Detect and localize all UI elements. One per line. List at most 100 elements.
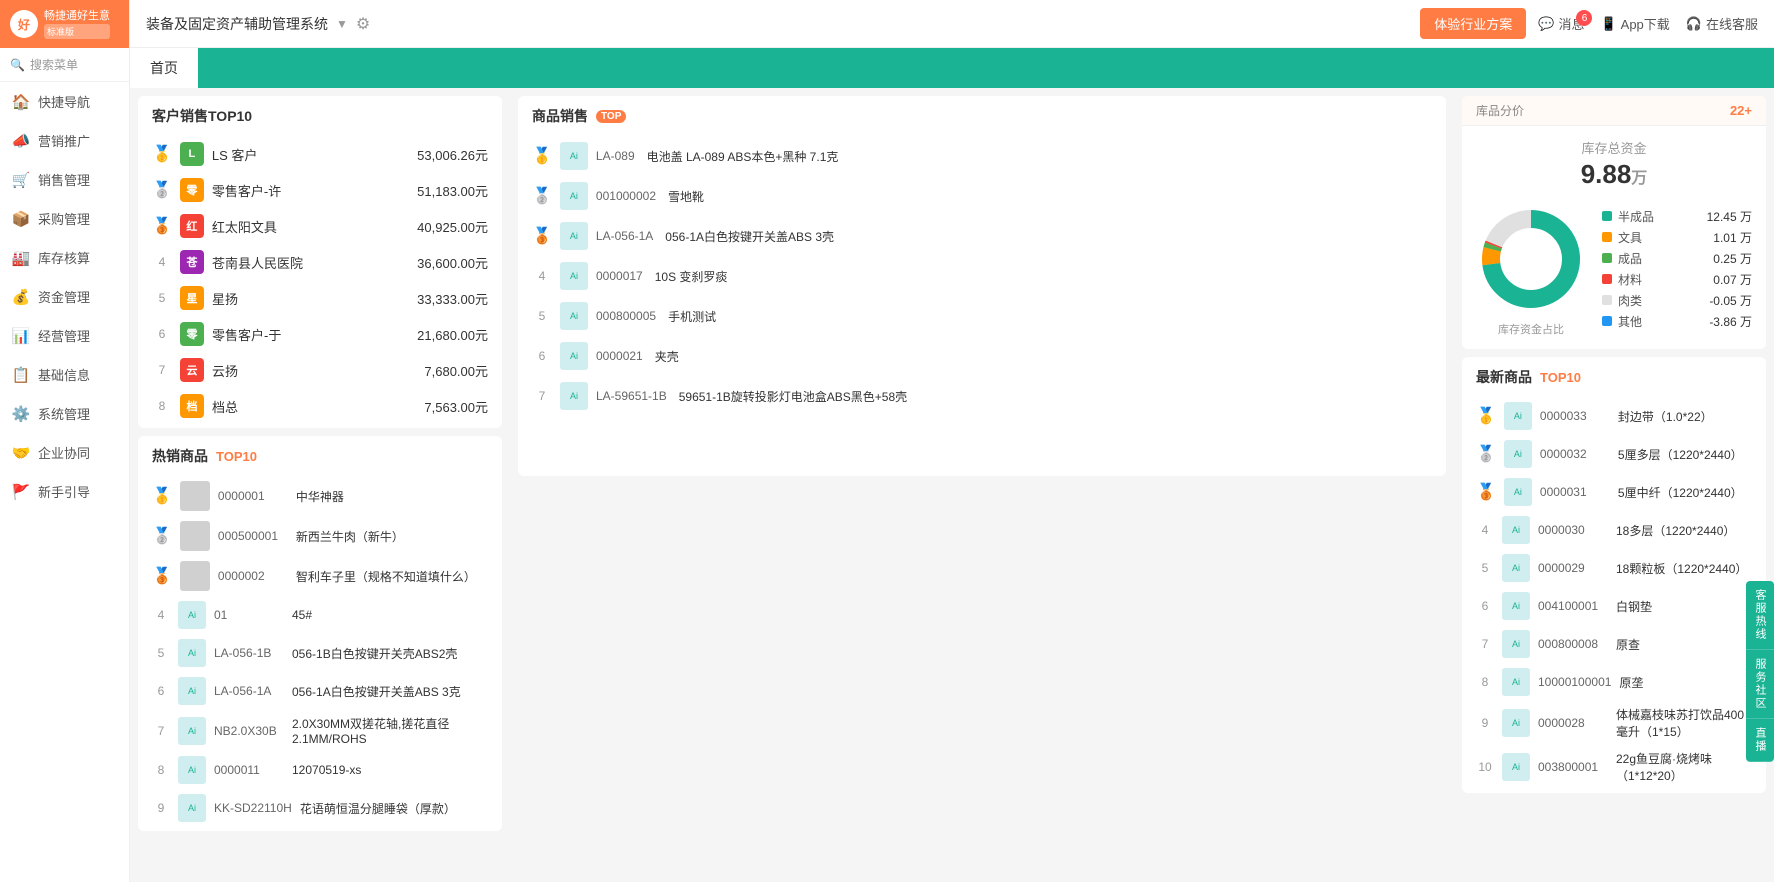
- product-thumb: [180, 561, 210, 591]
- float-btn-直播[interactable]: 直播: [1746, 719, 1774, 762]
- product-name: 新西兰牛肉（新牛）: [296, 528, 488, 545]
- legend-label: 材料: [1618, 271, 1707, 288]
- sidebar-item-quick-nav[interactable]: 🏠快捷导航: [0, 82, 129, 121]
- customer-ranking-title: 客户销售TOP10: [152, 106, 252, 126]
- hot-products-card: 热销商品 TOP10 🥇 0000001 中华神器 🥈 000500001 新西…: [138, 436, 502, 831]
- product-rank-item: 5 Ai 000800005 手机测试: [518, 296, 1446, 336]
- rank-medal: 🥇: [532, 146, 552, 166]
- new-product-item: 10 Ai 003800001 22g鱼豆腐·烧烤味（1*12*20）: [1462, 745, 1766, 789]
- sidebar-label-basics: 基础信息: [38, 365, 90, 384]
- sidebar-label-purchase: 采购管理: [38, 209, 90, 228]
- product-thumb: Ai: [1502, 554, 1530, 582]
- sidebar-item-marketing[interactable]: 📣营销推广: [0, 121, 129, 160]
- legend-dot: [1602, 316, 1612, 326]
- product-name: 夹壳: [655, 348, 1432, 365]
- customer-avatar: 苍: [180, 250, 204, 274]
- product-code: 0000030: [1538, 523, 1608, 537]
- product-code: LA-089: [596, 149, 635, 163]
- message-icon: 💬: [1538, 16, 1554, 32]
- right-column: 库品分价 22+ 库存总资金 9.88万: [1454, 88, 1774, 882]
- legend-value: -3.86 万: [1709, 313, 1752, 330]
- customer-rank-item: 6 零 零售客户-于 21,680.00元: [138, 316, 502, 352]
- product-code: 0000021: [596, 349, 643, 363]
- new-product-item: 8 Ai 10000100001 原垄: [1462, 663, 1766, 701]
- new-product-item: 9 Ai 0000028 体械嘉枝味苏打饮品400毫升（1*15）: [1462, 701, 1766, 745]
- rank-medal: 🥉: [152, 216, 172, 236]
- hot-product-item: 🥇 0000001 中华神器: [138, 476, 502, 516]
- hot-product-item: 6 Ai LA-056-1A 056-1A白色按键开关盖ABS 3克: [138, 672, 502, 710]
- sidebar-item-cooperation[interactable]: 🤝企业协同: [0, 433, 129, 472]
- customer-amount: 7,563.00元: [424, 397, 488, 416]
- product-code: 001000002: [596, 189, 656, 203]
- legend-label: 成品: [1618, 250, 1707, 267]
- legend-value: 12.45 万: [1707, 208, 1752, 225]
- product-name: 花语萌恒温分腿睡袋（厚款）: [300, 800, 488, 817]
- product-name: 22g鱼豆腐·烧烤味（1*12*20）: [1616, 750, 1752, 784]
- product-name: 18多层（1220*2440）: [1616, 522, 1752, 539]
- sidebar-item-system[interactable]: ⚙️系统管理: [0, 394, 129, 433]
- sidebar-item-purchase[interactable]: 📦采购管理: [0, 199, 129, 238]
- product-code: 0000033: [1540, 409, 1610, 423]
- customer-rank-item: 🥇 L LS 客户 53,006.26元: [138, 136, 502, 172]
- customer-rank-list: 🥇 L LS 客户 53,006.26元 🥈 零 零售客户-许 51,183.0…: [138, 132, 502, 428]
- cooperation-icon: 🤝: [12, 444, 30, 462]
- customer-rank-item: 8 档 档总 7,563.00元: [138, 388, 502, 424]
- product-code: NB2.0X30B: [214, 724, 284, 738]
- product-ranking-card: 商品销售 TOP 🥇 Ai LA-089 电池盖 LA-089 ABS本色+黑种…: [518, 96, 1446, 476]
- product-code: LA-59651-1B: [596, 389, 667, 403]
- rank-medal: 🥈: [152, 526, 172, 546]
- sidebar-item-guide[interactable]: 🚩新手引导: [0, 472, 129, 511]
- product-thumb: Ai: [560, 262, 588, 290]
- customer-avatar: 星: [180, 286, 204, 310]
- sidebar-item-inventory[interactable]: 🏭库存核算: [0, 238, 129, 277]
- customer-avatar: 零: [180, 178, 204, 202]
- legend-dot: [1602, 232, 1612, 242]
- float-btn-客服热线[interactable]: 客服热线: [1746, 581, 1774, 650]
- sidebar-item-basics[interactable]: 📋 基础信息: [0, 355, 129, 394]
- message-badge[interactable]: 💬 消息 6: [1538, 14, 1584, 33]
- product-name: 智利车子里（规格不知道填什么）: [296, 568, 488, 585]
- search-icon: 🔍: [10, 58, 25, 72]
- rank-num: 10: [1476, 760, 1494, 774]
- product-code: 0000011: [214, 763, 284, 777]
- rank-medal: 🥇: [152, 144, 172, 164]
- gear-icon[interactable]: ⚙: [356, 14, 370, 34]
- online-service[interactable]: 🎧 在线客服: [1686, 14, 1758, 33]
- product-code: 0000017: [596, 269, 643, 283]
- product-thumb: Ai: [178, 756, 206, 784]
- left-column: 客户销售TOP10 🥇 L LS 客户 53,006.26元 🥈 零 零售客户-…: [130, 88, 510, 882]
- customer-name: 云扬: [212, 361, 416, 380]
- hot-product-item: 9 Ai KK-SD22110H 花语萌恒温分腿睡袋（厚款）: [138, 789, 502, 827]
- float-buttons: 客服热线服务社区直播: [1746, 581, 1774, 762]
- basics-icon: 📋: [12, 366, 30, 384]
- phone-icon: 📱: [1600, 16, 1616, 32]
- product-thumb: Ai: [178, 794, 206, 822]
- product-thumb: Ai: [1504, 402, 1532, 430]
- sidebar-item-operations[interactable]: 📊经营管理: [0, 316, 129, 355]
- sidebar-item-sales[interactable]: 🛒销售管理: [0, 160, 129, 199]
- sidebar-item-finance[interactable]: 💰资金管理: [0, 277, 129, 316]
- product-rank-item: 🥉 Ai LA-056-1A 056-1A白色按键开关盖ABS 3壳: [518, 216, 1446, 256]
- app-download[interactable]: 📱 App下载: [1600, 14, 1669, 33]
- float-btn-服务社区[interactable]: 服务社区: [1746, 650, 1774, 719]
- donut-chart: 库存资金占比: [1476, 204, 1586, 337]
- product-thumb: Ai: [560, 182, 588, 210]
- customer-amount: 40,925.00元: [417, 217, 488, 236]
- sidebar-label-guide: 新手引导: [38, 482, 90, 501]
- legend-item: 文具 1.01 万: [1602, 229, 1752, 246]
- tab-home[interactable]: 首页: [130, 48, 198, 88]
- trial-btn[interactable]: 体验行业方案: [1420, 8, 1526, 39]
- customer-avatar: L: [180, 142, 204, 166]
- legend-dot: [1602, 211, 1612, 221]
- product-name: 2.0X30MM双搓花轴,搓花直径2.1MM/ROHS: [292, 715, 488, 746]
- product-name: 59651-1B旋转投影灯电池盒ABS黑色+58壳: [679, 388, 1432, 405]
- search-menu[interactable]: 🔍 搜索菜单: [0, 48, 129, 82]
- product-name: 手机测试: [668, 308, 1432, 325]
- product-code: 000800005: [596, 309, 656, 323]
- customer-rank-item: 7 云 云扬 7,680.00元: [138, 352, 502, 388]
- finance-icon: 💰: [12, 288, 30, 306]
- product-rank-item: 🥇 Ai LA-089 电池盖 LA-089 ABS本色+黑种 7.1克: [518, 136, 1446, 176]
- rank-num: 7: [152, 363, 172, 377]
- sidebar-label-operations: 经营管理: [38, 326, 90, 345]
- logo-text: 畅捷通好生意 标准版: [44, 9, 110, 38]
